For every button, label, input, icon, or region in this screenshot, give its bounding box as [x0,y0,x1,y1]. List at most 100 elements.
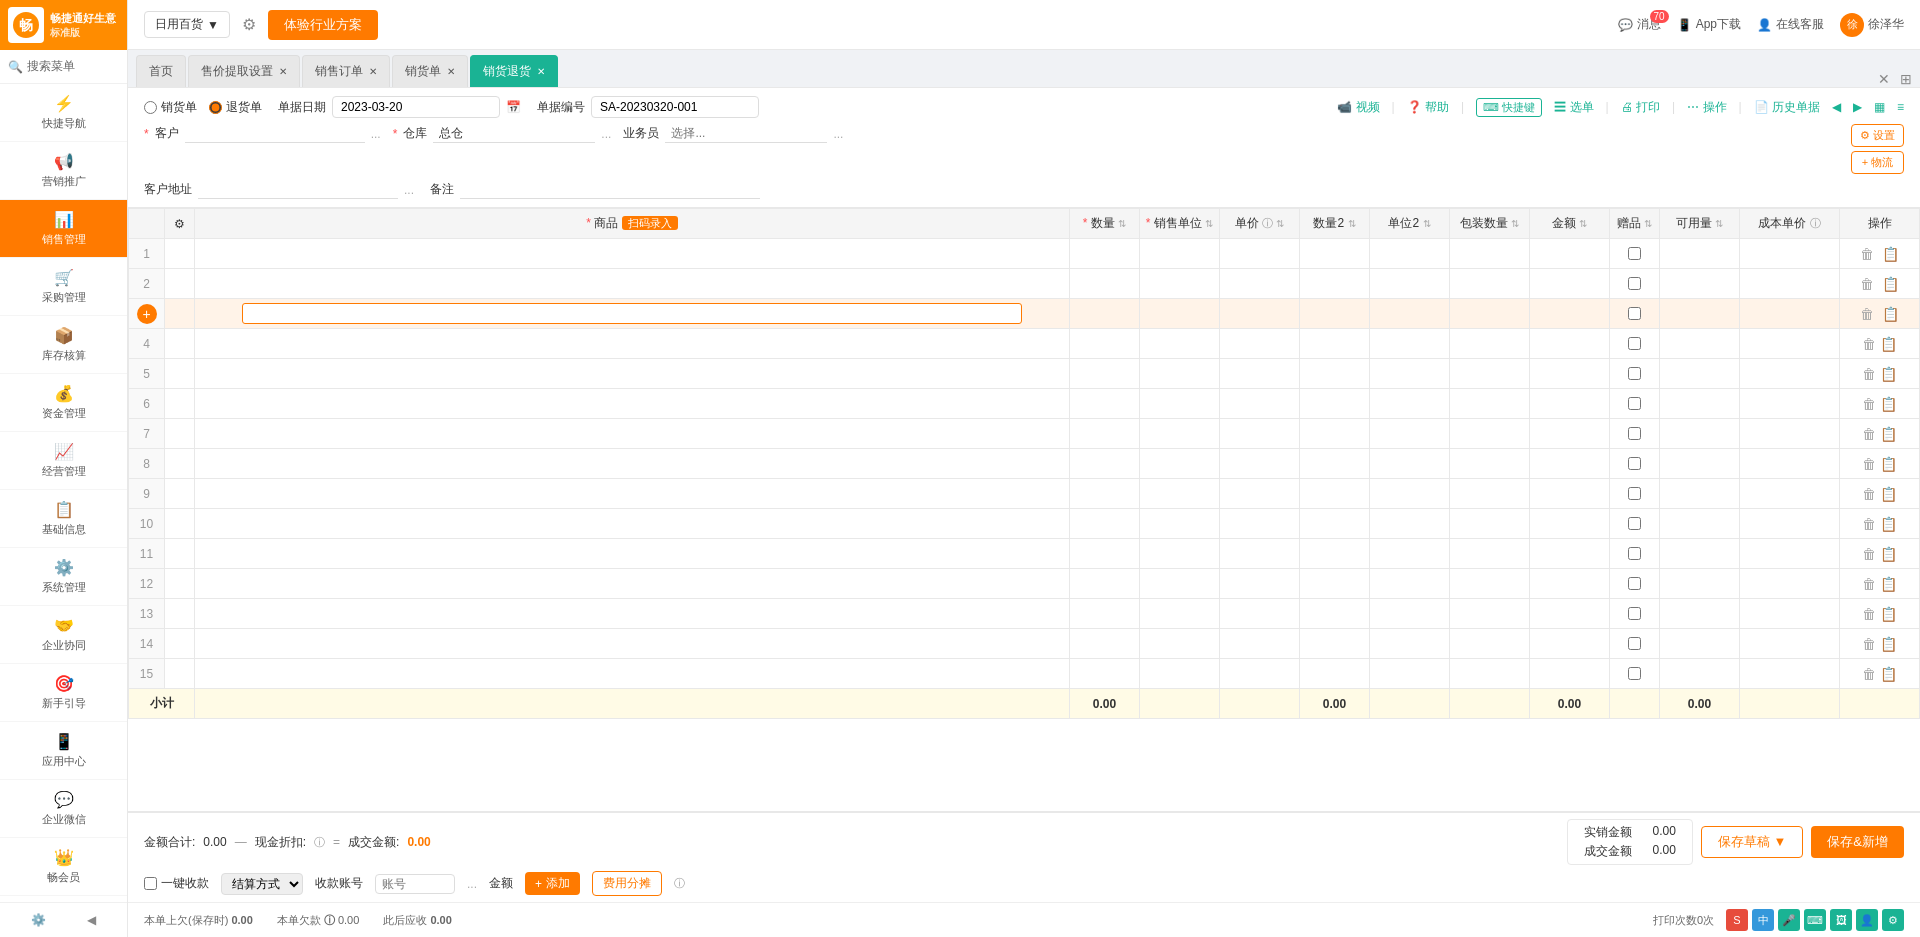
unit-sort-icon[interactable]: ⇅ [1205,218,1213,229]
tab-sales-order[interactable]: 销售订单 ✕ [302,55,390,87]
row-unit2[interactable] [1370,299,1450,329]
salesperson-input[interactable] [665,124,827,143]
row-qty2[interactable] [1300,269,1370,299]
sidebar-item-marketing[interactable]: 📢 营销推广 [0,142,127,200]
status-icon-img[interactable]: 🖼 [1830,909,1852,931]
row-copy-icon[interactable]: 📋 [1880,636,1897,652]
row-delete-icon[interactable]: 🗑 [1862,606,1876,622]
status-icon-zh[interactable]: 中 [1752,909,1774,931]
sidebar-item-member[interactable]: 👑 畅会员 [0,838,127,896]
topbar-gear-icon[interactable]: ⚙ [242,15,256,34]
row-copy-icon[interactable]: 📋 [1880,606,1897,622]
price-sort-icon[interactable]: ⇅ [1276,218,1284,229]
tab-sales-return[interactable]: 销货退货 ✕ [470,55,558,87]
search-menu[interactable]: 🔍 搜索菜单 [0,50,127,84]
row-copy-icon[interactable]: 📋 [1880,486,1897,502]
qty-sort-icon[interactable]: ⇅ [1118,218,1126,229]
expense-split-btn[interactable]: 费用分摊 [592,871,662,896]
row-copy-icon[interactable]: 📋 [1880,546,1897,562]
action-shortcuts[interactable]: ⌨ 快捷键 [1476,98,1542,117]
customer-input[interactable] [185,124,365,143]
settings-btn[interactable]: ⚙ 设置 [1851,124,1904,147]
tab-close-price-settings[interactable]: ✕ [279,66,287,77]
sidebar-item-operations[interactable]: 📈 经营管理 [0,432,127,490]
sidebar-item-sales[interactable]: 📊 销售管理 [0,200,127,258]
row-qty[interactable] [1070,239,1140,269]
row-unit[interactable] [1140,239,1220,269]
row-product[interactable] [195,239,1070,269]
save-draft-btn[interactable]: 保存草稿 ▼ [1701,826,1804,858]
calendar-icon[interactable]: 📅 [506,100,521,114]
address-more[interactable]: ... [404,183,414,197]
amount-sort-icon[interactable]: ⇅ [1579,218,1587,229]
remark-input[interactable] [460,180,760,199]
th-scan-btn[interactable]: 扫码录入 [622,216,678,230]
available-sort-icon[interactable]: ⇅ [1715,218,1723,229]
row-copy-icon[interactable]: 📋 [1880,396,1897,412]
row-qty2[interactable] [1300,299,1370,329]
row-copy-icon[interactable]: 📋 [1880,456,1897,472]
sidebar-item-system[interactable]: ⚙️ 系统管理 [0,548,127,606]
sidebar-item-guide[interactable]: 🎯 新手引导 [0,664,127,722]
row-available[interactable] [1660,239,1740,269]
settings-icon[interactable]: ⚙️ [31,913,46,927]
row-available[interactable] [1660,269,1740,299]
online-service[interactable]: 👤 在线客服 [1757,16,1824,33]
status-icon-mic[interactable]: 🎤 [1778,909,1800,931]
sidebar-item-finance[interactable]: 💰 资金管理 [0,374,127,432]
row-copy-icon[interactable]: 📋 [1880,576,1897,592]
row-price[interactable] [1220,269,1300,299]
row-delete-icon[interactable]: 🗑 [1862,576,1876,592]
user-profile[interactable]: 徐 徐泽华 [1840,13,1904,37]
sidebar-item-quick-nav[interactable]: ⚡ 快捷导航 [0,84,127,142]
radio-sales-return[interactable]: 退货单 [209,99,262,116]
row-unit[interactable] [1140,269,1220,299]
industry-select[interactable]: 日用百货 ▼ [144,11,230,38]
qty2-sort-icon[interactable]: ⇅ [1348,218,1356,229]
row-pack[interactable] [1450,269,1530,299]
row-copy-icon[interactable]: 📋 [1880,426,1897,442]
row-delete-icon[interactable]: 🗑 [1862,456,1876,472]
row-unit2[interactable] [1370,239,1450,269]
settlement-method-select[interactable]: 结算方式 [221,873,303,895]
next-record[interactable]: ▶ [1853,100,1862,114]
app-download[interactable]: 📱 App下载 [1677,16,1741,33]
row-delete-icon[interactable]: 🗑 [1862,636,1876,652]
row-qty[interactable] [1070,269,1140,299]
collapse-icon[interactable]: ◀ [87,913,96,927]
row-qty2[interactable] [1300,239,1370,269]
warehouse-more[interactable]: ... [601,127,611,141]
row-product[interactable] [195,299,1070,329]
salesperson-more[interactable]: ... [833,127,843,141]
add-btn[interactable]: + 添加 [525,872,580,895]
row-amount[interactable] [1530,269,1610,299]
grid-view-icon[interactable]: ▦ [1874,100,1885,114]
sidebar-item-apps[interactable]: 📱 应用中心 [0,722,127,780]
row-amount[interactable] [1530,239,1610,269]
tab-sales-delivery[interactable]: 销货单 ✕ [392,55,468,87]
row-delete-icon[interactable]: 🗑 [1862,666,1876,682]
sidebar-item-purchase[interactable]: 🛒 采购管理 [0,258,127,316]
row-copy-icon[interactable]: 📋 [1880,516,1897,532]
tab-close-sales-return[interactable]: ✕ [537,66,545,77]
account-input[interactable] [375,874,455,894]
save-new-btn[interactable]: 保存&新增 [1811,826,1904,858]
action-help[interactable]: ❓ 帮助 [1407,99,1449,116]
row-delete-icon[interactable]: 🗑 [1862,546,1876,562]
pack-sort-icon[interactable]: ⇅ [1511,218,1519,229]
save-draft-dropdown-icon[interactable]: ▼ [1773,834,1786,849]
add-row-btn[interactable]: + [137,304,157,324]
row-copy-icon[interactable]: 📋 [1880,366,1897,382]
customer-more[interactable]: ... [371,127,381,141]
message-badge[interactable]: 💬 消息 70 [1618,16,1661,33]
row-product[interactable] [195,269,1070,299]
row-delete-icon[interactable]: 🗑 [1862,426,1876,442]
unit2-sort-icon[interactable]: ⇅ [1423,218,1431,229]
row-qty[interactable] [1070,299,1140,329]
row-delete-icon[interactable]: 🗑 [1860,276,1874,292]
status-icon-settings[interactable]: ⚙ [1882,909,1904,931]
experience-btn[interactable]: 体验行业方案 [268,10,378,40]
row-copy-icon[interactable]: 📋 [1880,666,1897,682]
row-unit[interactable] [1140,299,1220,329]
prev-record[interactable]: ◀ [1832,100,1841,114]
